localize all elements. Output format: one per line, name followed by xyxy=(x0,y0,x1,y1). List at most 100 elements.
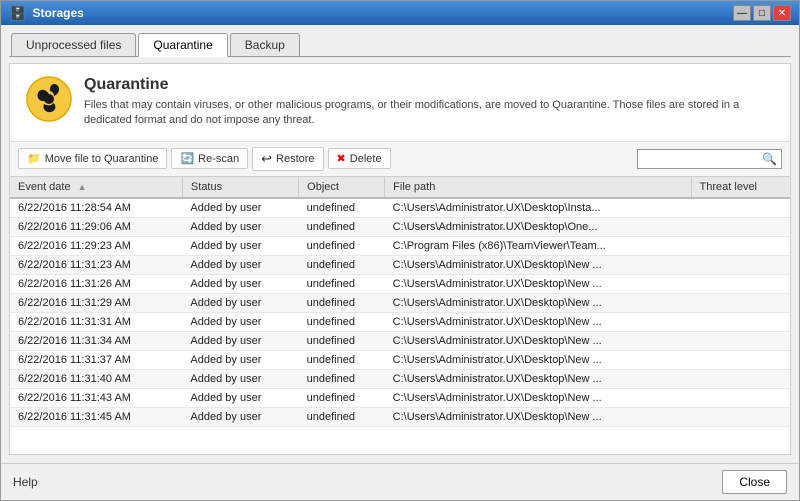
app-icon: 🗄️ xyxy=(9,5,26,22)
window-title: Storages xyxy=(32,6,83,20)
cell-file-path: C:\Users\Administrator.UX\Desktop\New ..… xyxy=(385,331,691,350)
cell-threat-level xyxy=(691,293,790,312)
quarantine-description: Files that may contain viruses, or other… xyxy=(84,98,774,129)
cell-event-date: 6/22/2016 11:31:43 AM xyxy=(10,388,182,407)
col-threat-level[interactable]: Threat level xyxy=(691,177,790,198)
cell-object: undefined xyxy=(299,255,385,274)
sort-icon: ▲ xyxy=(78,182,87,192)
tab-unprocessed-files[interactable]: Unprocessed files xyxy=(11,33,136,56)
cell-status: Added by user xyxy=(182,274,298,293)
cell-threat-level xyxy=(691,198,790,218)
cell-event-date: 6/22/2016 11:31:31 AM xyxy=(10,312,182,331)
title-controls: — □ ✕ xyxy=(733,5,791,21)
cell-threat-level xyxy=(691,407,790,426)
col-file-path[interactable]: File path xyxy=(385,177,691,198)
cell-status: Added by user xyxy=(182,369,298,388)
restore-button[interactable]: Restore xyxy=(252,147,323,171)
cell-status: Added by user xyxy=(182,217,298,236)
window-close-button[interactable]: ✕ xyxy=(773,5,791,21)
cell-threat-level xyxy=(691,274,790,293)
rescan-button[interactable]: Re-scan xyxy=(171,148,248,169)
cell-file-path: C:\Users\Administrator.UX\Desktop\New ..… xyxy=(385,388,691,407)
table-body: 6/22/2016 11:28:54 AM Added by user unde… xyxy=(10,198,790,427)
cell-event-date: 6/22/2016 11:31:34 AM xyxy=(10,331,182,350)
delete-button[interactable]: Delete xyxy=(328,148,391,169)
maximize-button[interactable]: □ xyxy=(753,5,771,21)
move-icon xyxy=(27,152,41,165)
table-row[interactable]: 6/22/2016 11:31:43 AM Added by user unde… xyxy=(10,388,790,407)
help-link[interactable]: Help xyxy=(13,475,38,489)
cell-status: Added by user xyxy=(182,350,298,369)
table-row[interactable]: 6/22/2016 11:31:40 AM Added by user unde… xyxy=(10,369,790,388)
table-row[interactable]: 6/22/2016 11:31:37 AM Added by user unde… xyxy=(10,350,790,369)
col-status-label: Status xyxy=(191,181,222,193)
table-row[interactable]: 6/22/2016 11:28:54 AM Added by user unde… xyxy=(10,198,790,218)
cell-threat-level xyxy=(691,217,790,236)
cell-event-date: 6/22/2016 11:31:26 AM xyxy=(10,274,182,293)
cell-file-path: C:\Users\Administrator.UX\Desktop\New ..… xyxy=(385,407,691,426)
col-object[interactable]: Object xyxy=(299,177,385,198)
table-row[interactable]: 6/22/2016 11:31:31 AM Added by user unde… xyxy=(10,312,790,331)
cell-object: undefined xyxy=(299,369,385,388)
cell-status: Added by user xyxy=(182,236,298,255)
cell-threat-level xyxy=(691,350,790,369)
cell-file-path: C:\Users\Administrator.UX\Desktop\New ..… xyxy=(385,255,691,274)
cell-threat-level xyxy=(691,331,790,350)
cell-threat-level xyxy=(691,388,790,407)
cell-event-date: 6/22/2016 11:31:40 AM xyxy=(10,369,182,388)
table-row[interactable]: 6/22/2016 11:31:34 AM Added by user unde… xyxy=(10,331,790,350)
table-row[interactable]: 6/22/2016 11:31:45 AM Added by user unde… xyxy=(10,407,790,426)
rescan-label: Re-scan xyxy=(198,153,239,165)
cell-status: Added by user xyxy=(182,331,298,350)
title-bar-left: 🗄️ Storages xyxy=(9,5,84,22)
cell-object: undefined xyxy=(299,407,385,426)
cell-object: undefined xyxy=(299,236,385,255)
table-row[interactable]: 6/22/2016 11:31:23 AM Added by user unde… xyxy=(10,255,790,274)
cell-event-date: 6/22/2016 11:29:23 AM xyxy=(10,236,182,255)
cell-status: Added by user xyxy=(182,255,298,274)
quarantine-title: Quarantine xyxy=(84,76,774,94)
cell-threat-level xyxy=(691,236,790,255)
cell-file-path: C:\Users\Administrator.UX\Desktop\New ..… xyxy=(385,312,691,331)
cell-object: undefined xyxy=(299,293,385,312)
quarantine-table: Event date ▲ Status Object File path xyxy=(10,177,790,427)
cell-file-path: C:\Program Files (x86)\TeamViewer\Team..… xyxy=(385,236,691,255)
delete-label: Delete xyxy=(350,153,382,165)
search-icon[interactable]: 🔍 xyxy=(762,152,777,166)
cell-object: undefined xyxy=(299,274,385,293)
close-button[interactable]: Close xyxy=(722,470,787,494)
search-input[interactable] xyxy=(642,153,762,165)
tab-backup[interactable]: Backup xyxy=(230,33,300,56)
cell-object: undefined xyxy=(299,217,385,236)
col-event-date[interactable]: Event date ▲ xyxy=(10,177,182,198)
col-event-date-label: Event date xyxy=(18,181,71,193)
restore-icon xyxy=(261,151,272,167)
restore-label: Restore xyxy=(276,153,315,165)
cell-object: undefined xyxy=(299,350,385,369)
quarantine-header-text: Quarantine Files that may contain viruse… xyxy=(84,76,774,129)
table-row[interactable]: 6/22/2016 11:29:23 AM Added by user unde… xyxy=(10,236,790,255)
col-object-label: Object xyxy=(307,181,339,193)
col-status[interactable]: Status xyxy=(182,177,298,198)
table-header-row: Event date ▲ Status Object File path xyxy=(10,177,790,198)
toolbar: Move file to Quarantine Re-scan Restore … xyxy=(10,142,790,177)
table-row[interactable]: 6/22/2016 11:31:29 AM Added by user unde… xyxy=(10,293,790,312)
cell-file-path: C:\Users\Administrator.UX\Desktop\New ..… xyxy=(385,369,691,388)
table-row[interactable]: 6/22/2016 11:31:26 AM Added by user unde… xyxy=(10,274,790,293)
tab-quarantine[interactable]: Quarantine xyxy=(138,33,227,57)
table-row[interactable]: 6/22/2016 11:29:06 AM Added by user unde… xyxy=(10,217,790,236)
cell-object: undefined xyxy=(299,388,385,407)
move-to-quarantine-button[interactable]: Move file to Quarantine xyxy=(18,148,167,169)
cell-threat-level xyxy=(691,369,790,388)
storages-window: 🗄️ Storages — □ ✕ Unprocessed files Quar… xyxy=(0,0,800,501)
cell-status: Added by user xyxy=(182,293,298,312)
table-container[interactable]: Event date ▲ Status Object File path xyxy=(10,177,790,454)
cell-status: Added by user xyxy=(182,388,298,407)
minimize-button[interactable]: — xyxy=(733,5,751,21)
cell-event-date: 6/22/2016 11:31:29 AM xyxy=(10,293,182,312)
rescan-icon xyxy=(180,152,194,165)
cell-object: undefined xyxy=(299,331,385,350)
cell-file-path: C:\Users\Administrator.UX\Desktop\New ..… xyxy=(385,293,691,312)
col-threat-level-label: Threat level xyxy=(700,181,757,193)
cell-file-path: C:\Users\Administrator.UX\Desktop\Insta.… xyxy=(385,198,691,218)
